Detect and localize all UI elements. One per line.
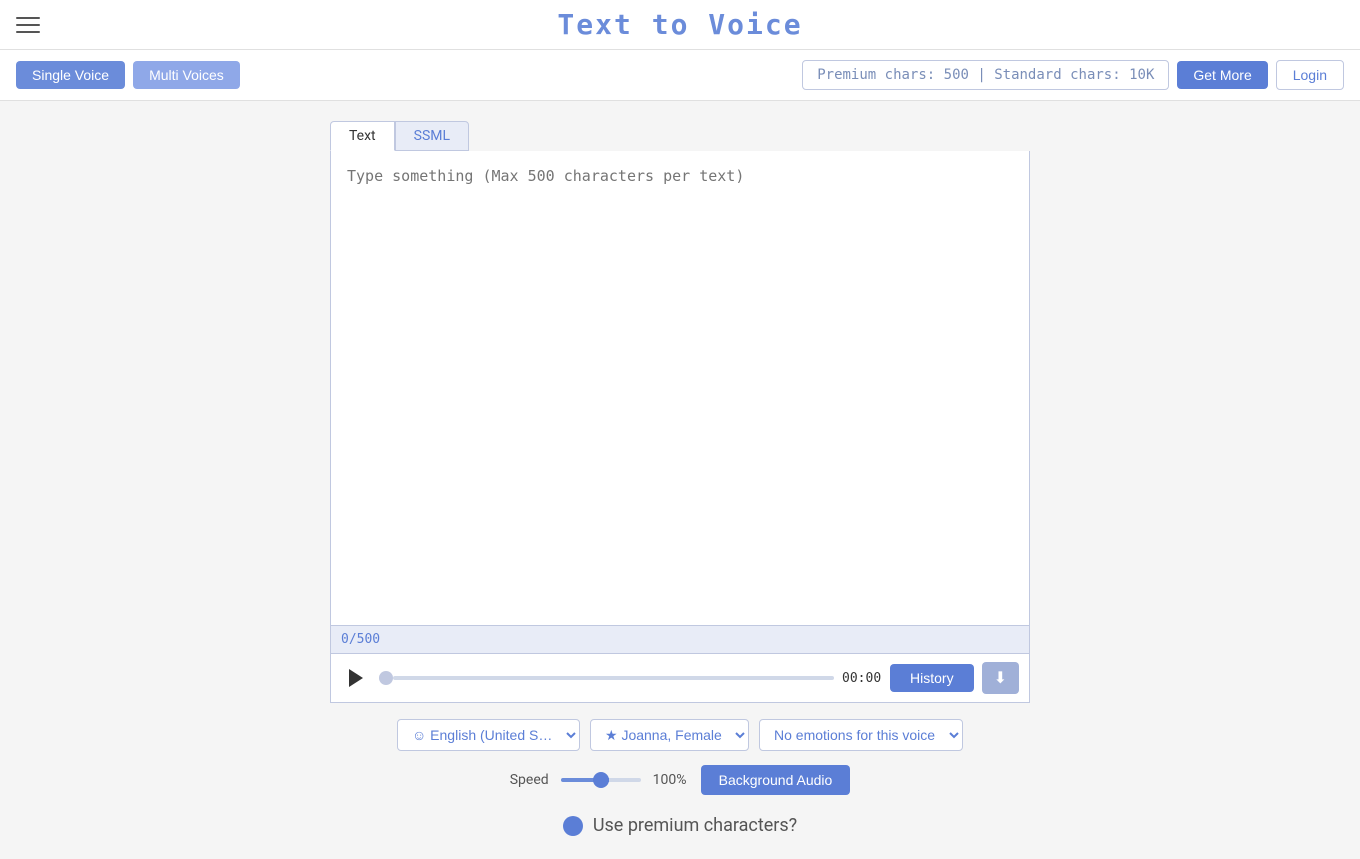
header: Text to Voice	[0, 0, 1360, 50]
premium-toggle[interactable]	[563, 816, 583, 836]
main-content: Text SSML 0/500 00:00 History ⬇	[0, 101, 1360, 858]
editor-container: Text SSML 0/500 00:00 History ⬇	[330, 121, 1030, 838]
background-audio-button[interactable]: Background Audio	[701, 765, 851, 795]
char-count: 0/500	[331, 625, 1029, 653]
tab-ssml[interactable]: SSML	[395, 121, 469, 151]
speed-slider[interactable]	[561, 778, 641, 782]
voice-options: ☺ English (United S… ★ Joanna, Female No…	[330, 719, 1030, 751]
login-button[interactable]: Login	[1276, 60, 1344, 90]
editor-tabs: Text SSML	[330, 121, 1030, 151]
speed-value: 100%	[653, 772, 689, 788]
progress-bar[interactable]	[379, 671, 834, 685]
single-voice-button[interactable]: Single Voice	[16, 61, 125, 89]
play-button[interactable]	[341, 663, 371, 693]
page-title: Text to Voice	[557, 8, 802, 41]
time-display: 00:00	[842, 671, 882, 686]
download-button[interactable]: ⬇	[982, 662, 1019, 694]
emotion-select[interactable]: No emotions for this voice	[759, 719, 963, 751]
premium-text: Use premium characters?	[593, 815, 797, 836]
progress-track	[393, 676, 834, 680]
play-icon	[349, 669, 363, 687]
menu-icon[interactable]	[16, 17, 40, 33]
tab-text[interactable]: Text	[330, 121, 395, 151]
chars-info: Premium chars: 500 | Standard chars: 10K	[802, 60, 1169, 90]
progress-thumb	[379, 671, 393, 685]
audio-controls: 00:00 History ⬇	[330, 654, 1030, 703]
textarea-wrapper: 0/500	[330, 151, 1030, 654]
voice-mode-buttons: Single Voice Multi Voices	[16, 61, 240, 89]
voice-select[interactable]: ★ Joanna, Female	[590, 719, 749, 751]
text-input[interactable]	[331, 151, 1029, 621]
download-icon: ⬇	[994, 668, 1007, 688]
speed-slider-container	[561, 778, 641, 782]
get-more-button[interactable]: Get More	[1177, 61, 1267, 89]
history-button[interactable]: History	[890, 664, 974, 692]
toolbar-right: Premium chars: 500 | Standard chars: 10K…	[802, 60, 1344, 90]
premium-row: Use premium characters?	[330, 815, 1030, 836]
speed-label: Speed	[510, 772, 549, 788]
multi-voices-button[interactable]: Multi Voices	[133, 61, 240, 89]
speed-row: Speed 100% Background Audio	[330, 765, 1030, 795]
language-select[interactable]: ☺ English (United S…	[397, 719, 580, 751]
toolbar: Single Voice Multi Voices Premium chars:…	[0, 50, 1360, 101]
